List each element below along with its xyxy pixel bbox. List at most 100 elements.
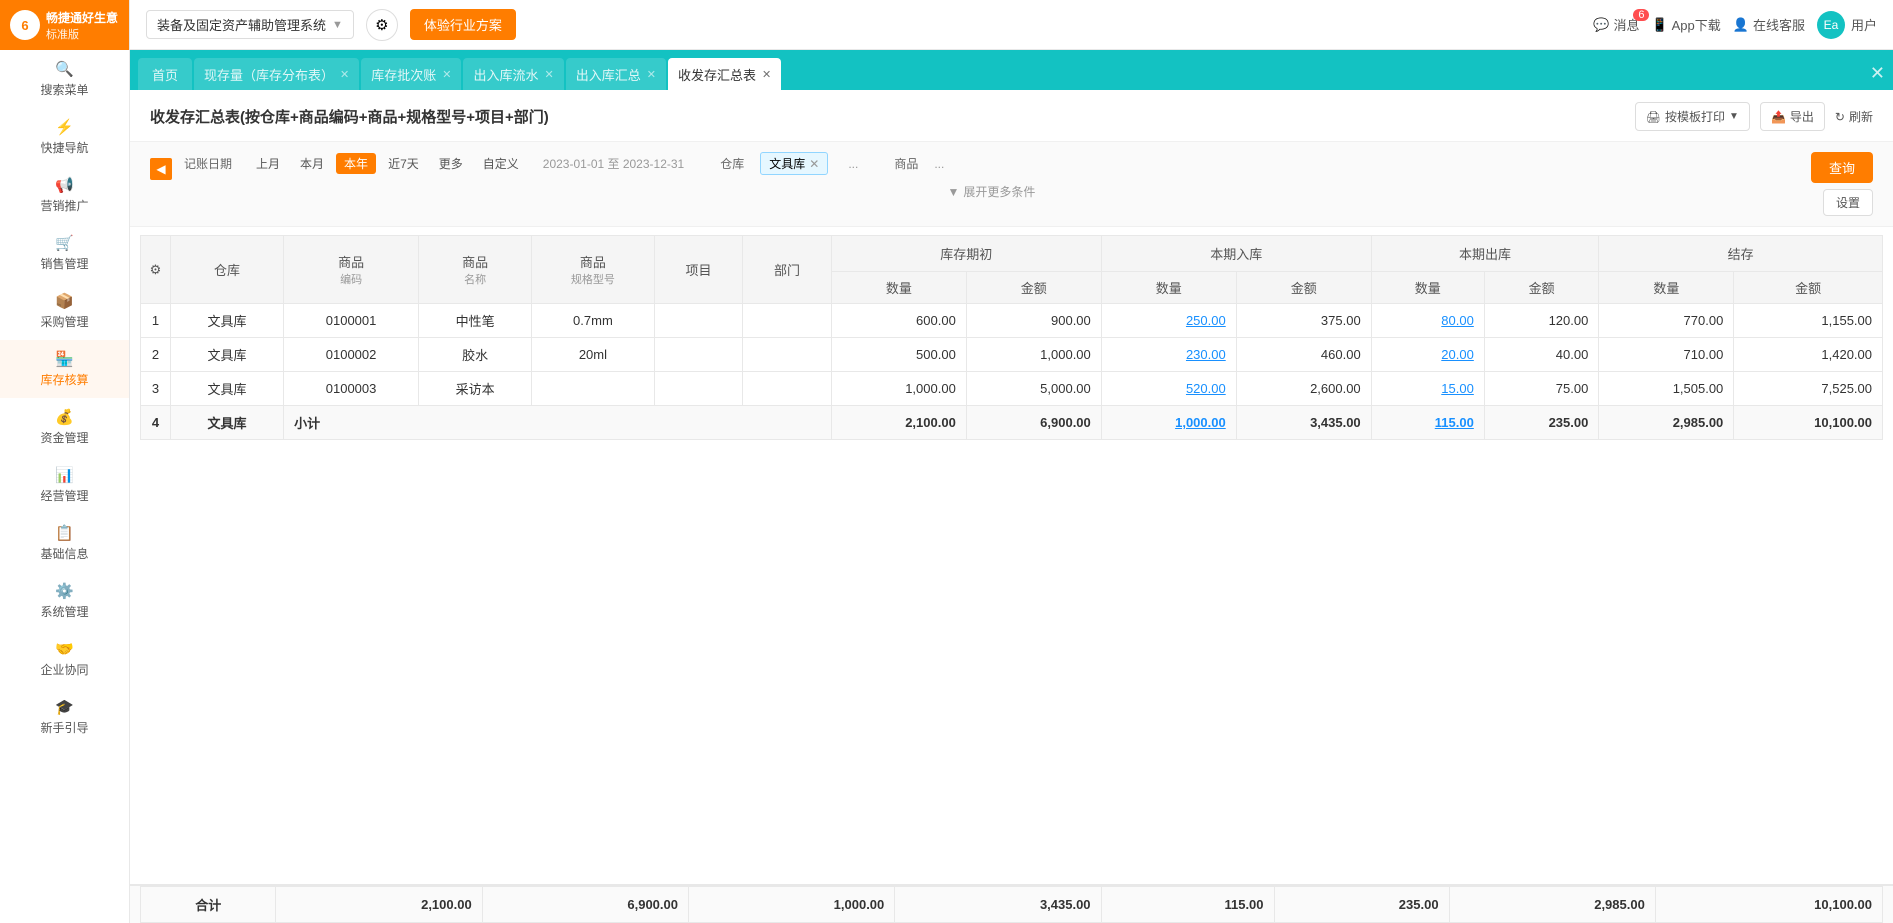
tab-flow[interactable]: 出入库流水 ✕ xyxy=(463,58,563,90)
expand-label: 展开更多条件 xyxy=(963,183,1035,200)
row2-warehouse: 文具库 xyxy=(171,338,284,372)
data-table: ⚙ 仓库 商品编码 商品名称 商品规格型号 项目 部门 库存期初 本期入库 本期… xyxy=(140,235,1883,440)
inventory-icon: 🏪 xyxy=(55,350,74,368)
date-shortcut-more[interactable]: 更多 xyxy=(431,153,471,174)
sidebar-item-label: 企业协同 xyxy=(40,661,88,678)
row3-in-qty[interactable]: 520.00 xyxy=(1101,372,1236,406)
close-all-button[interactable]: ✕ xyxy=(1870,63,1885,90)
gear-button[interactable]: ⚙ xyxy=(366,9,398,41)
col-project-header: 项目 xyxy=(654,236,743,304)
row2-out-qty[interactable]: 20.00 xyxy=(1371,338,1484,372)
expand-button[interactable]: ▼ 展开更多条件 xyxy=(948,183,1036,200)
print-button[interactable]: 🖨 按模板打印 ▼ xyxy=(1635,102,1750,131)
sidebar-item-guide[interactable]: 🎓 新手引导 xyxy=(0,688,129,746)
print-icon: 🖨 xyxy=(1646,110,1661,124)
user-menu[interactable]: Ea 用户 xyxy=(1817,11,1877,39)
export-button[interactable]: 📤 导出 xyxy=(1760,102,1825,131)
warehouse-more[interactable]: ... xyxy=(848,157,858,171)
app-download-action[interactable]: 📱 App下载 xyxy=(1651,15,1720,34)
tab-inventory-dist-label: 现存量（库存分布表） xyxy=(204,65,334,84)
sidebar-item-purchase[interactable]: 📦 采购管理 xyxy=(0,282,129,340)
row2-spec: 20ml xyxy=(532,338,655,372)
logo-icon: 6 xyxy=(10,10,40,40)
sidebar-menu: 🔍 搜索菜单 ⚡ 快捷导航 📢 营销推广 🛒 销售管理 📦 采购管理 🏪 库存核… xyxy=(0,50,129,923)
avatar-text: Ea xyxy=(1824,18,1839,32)
tab-home-label: 首页 xyxy=(152,65,178,84)
filter-fields: 记账日期 上月 本月 本年 近7天 更多 自定义 2023-01-01 至 20… xyxy=(184,152,1799,202)
row1-in-qty[interactable]: 250.00 xyxy=(1101,304,1236,338)
sidebar-item-basic[interactable]: 📋 基础信息 xyxy=(0,514,129,572)
row2-in-qty[interactable]: 230.00 xyxy=(1101,338,1236,372)
filter-toggle-button[interactable]: ◀ xyxy=(150,158,172,180)
tab-home[interactable]: 首页 xyxy=(138,58,192,90)
sidebar-item-inventory[interactable]: 🏪 库存核算 xyxy=(0,340,129,398)
enterprise-icon: 🤝 xyxy=(55,640,74,658)
tab-summary-close[interactable]: ✕ xyxy=(647,68,656,81)
row2-open-qty: 500.00 xyxy=(831,338,966,372)
set-button[interactable]: 设置 xyxy=(1823,189,1873,216)
col-dept-header: 部门 xyxy=(743,236,832,304)
print-label: 按模板打印 xyxy=(1665,108,1725,125)
row3-out-qty[interactable]: 15.00 xyxy=(1371,372,1484,406)
try-industry-button[interactable]: 体验行业方案 xyxy=(410,9,516,40)
row3-no: 3 xyxy=(141,372,171,406)
download-icon: 📱 xyxy=(1651,17,1667,33)
row2-project xyxy=(654,338,743,372)
date-shortcut-this-month[interactable]: 本月 xyxy=(292,153,332,174)
expand-row: ▼ 展开更多条件 xyxy=(184,181,1799,202)
subtotal-no: 4 xyxy=(141,406,171,440)
goods-more[interactable]: ... xyxy=(934,157,944,171)
tab-batch[interactable]: 库存批次账 ✕ xyxy=(361,58,461,90)
tab-inventory-dist-close[interactable]: ✕ xyxy=(340,68,349,81)
row3-project xyxy=(654,372,743,406)
col-outbound-header: 本期出库 xyxy=(1371,236,1599,272)
message-badge: 6 xyxy=(1633,9,1649,21)
sidebar-item-label: 系统管理 xyxy=(40,603,88,620)
message-action[interactable]: 💬 消息 6 xyxy=(1593,15,1639,34)
tab-flow-label: 出入库流水 xyxy=(473,65,538,84)
tab-flow-close[interactable]: ✕ xyxy=(545,68,554,81)
main-area: 装备及固定资产辅助管理系统 ▼ ⚙ 体验行业方案 💬 消息 6 📱 App下载 … xyxy=(130,0,1893,923)
online-service-action[interactable]: 👤 在线客服 xyxy=(1733,15,1805,34)
row2-code: 0100002 xyxy=(284,338,419,372)
refresh-button[interactable]: ↻ 刷新 xyxy=(1835,108,1873,125)
date-range-label: 2023-01-01 至 2023-12-31 xyxy=(543,155,684,172)
tab-stock-summary-close[interactable]: ✕ xyxy=(762,68,771,81)
tab-stock-summary[interactable]: 收发存汇总表 ✕ xyxy=(668,58,781,90)
subtotal-out-qty[interactable]: 115.00 xyxy=(1371,406,1484,440)
row1-out-qty[interactable]: 80.00 xyxy=(1371,304,1484,338)
date-shortcut-last-month[interactable]: 上月 xyxy=(248,153,288,174)
sidebar-item-quick[interactable]: ⚡ 快捷导航 xyxy=(0,108,129,166)
sidebar-item-sales[interactable]: 🛒 销售管理 xyxy=(0,224,129,282)
logo-title: 畅捷通好生意 xyxy=(46,9,118,26)
sidebar-item-operation[interactable]: 📊 经营管理 xyxy=(0,456,129,514)
date-shortcut-custom[interactable]: 自定义 xyxy=(475,153,527,174)
sidebar-item-label: 营销推广 xyxy=(40,197,88,214)
top-header: 装备及固定资产辅助管理系统 ▼ ⚙ 体验行业方案 💬 消息 6 📱 App下载 … xyxy=(130,0,1893,50)
table-row: 3 文具库 0100003 采访本 1,000.00 5,000.00 520.… xyxy=(141,372,1883,406)
col-inbound-header: 本期入库 xyxy=(1101,236,1371,272)
subtotal-out-amt: 235.00 xyxy=(1484,406,1599,440)
query-button[interactable]: 查询 xyxy=(1811,152,1873,183)
sidebar-item-search[interactable]: 🔍 搜索菜单 xyxy=(0,50,129,108)
date-shortcut-this-year[interactable]: 本年 xyxy=(336,153,376,174)
date-shortcut-7days[interactable]: 近7天 xyxy=(380,153,427,174)
row1-spec: 0.7mm xyxy=(532,304,655,338)
col-settings[interactable]: ⚙ xyxy=(141,236,171,304)
tab-inventory-dist[interactable]: 现存量（库存分布表） ✕ xyxy=(194,58,359,90)
sidebar-item-system[interactable]: ⚙️ 系统管理 xyxy=(0,572,129,630)
tab-summary[interactable]: 出入库汇总 ✕ xyxy=(566,58,666,90)
subtotal-in-qty[interactable]: 1,000.00 xyxy=(1101,406,1236,440)
total-in-qty: 1,000.00 xyxy=(688,887,894,923)
warehouse-tag-close[interactable]: ✕ xyxy=(809,157,819,171)
sidebar-item-label: 资金管理 xyxy=(40,429,88,446)
sidebar-item-marketing[interactable]: 📢 营销推广 xyxy=(0,166,129,224)
row2-bal-qty: 710.00 xyxy=(1599,338,1734,372)
sidebar-item-finance[interactable]: 💰 资金管理 xyxy=(0,398,129,456)
sidebar-item-enterprise[interactable]: 🤝 企业协同 xyxy=(0,630,129,688)
tab-batch-close[interactable]: ✕ xyxy=(442,68,451,81)
row2-name: 胶水 xyxy=(419,338,532,372)
search-icon: 🔍 xyxy=(55,60,74,78)
system-name-dropdown[interactable]: 装备及固定资产辅助管理系统 ▼ xyxy=(146,10,354,39)
row3-open-qty: 1,000.00 xyxy=(831,372,966,406)
